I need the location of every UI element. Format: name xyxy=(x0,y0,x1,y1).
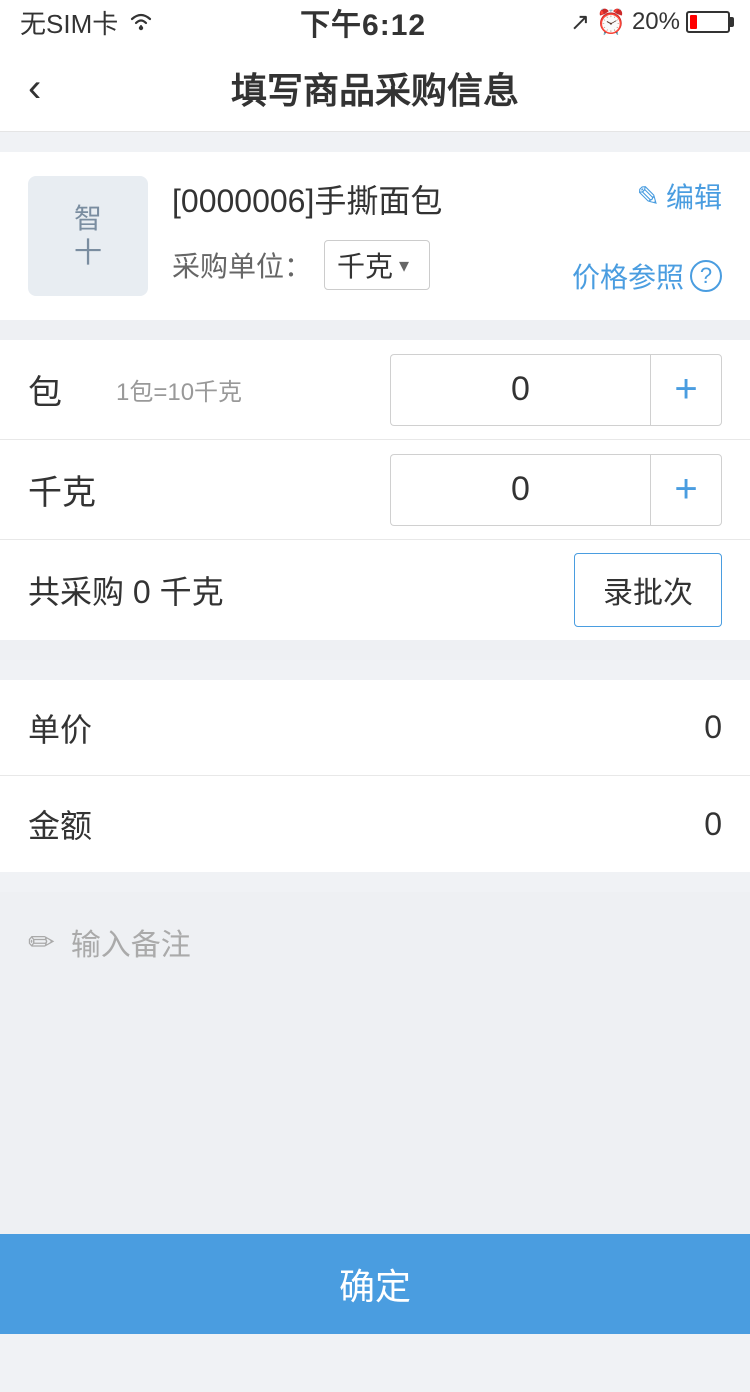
unit-price-label: 单价 xyxy=(28,705,92,751)
price-ref-button[interactable]: 价格参照 ? xyxy=(572,256,722,296)
back-button[interactable]: ‹ xyxy=(28,68,41,108)
price-section: 单价 0 金额 0 xyxy=(0,680,750,872)
product-image: 智 十 xyxy=(28,176,148,296)
status-left: 无SIM卡 xyxy=(20,4,156,41)
kg-input-row: 千克 0 + xyxy=(0,440,750,540)
summary-row: 共采购 0 千克 录批次 xyxy=(0,540,750,640)
main-content: 智 十 [0000006]手撕面包 采购单位： 千克 ▾ ✎ 编辑 价格参照 ? xyxy=(0,152,750,1392)
kg-controls: 0 + xyxy=(390,454,722,526)
batch-button[interactable]: 录批次 xyxy=(574,553,722,627)
section-divider-1 xyxy=(0,320,750,340)
kg-input[interactable]: 0 xyxy=(390,454,650,526)
status-bar: 无SIM卡 下午6:12 ↗ ⏰ 20% xyxy=(0,0,750,44)
amount-row: 金额 0 xyxy=(0,776,750,872)
unit-value: 千克 xyxy=(337,245,393,285)
status-right: ↗ ⏰ 20% xyxy=(570,8,730,37)
nav-bar: ‹ 填写商品采购信息 xyxy=(0,44,750,132)
unit-price-value: 0 xyxy=(704,709,722,746)
help-icon: ? xyxy=(690,260,722,292)
battery-icon xyxy=(686,11,730,33)
unit-price-row: 单价 0 xyxy=(0,680,750,776)
confirm-button[interactable]: 确定 xyxy=(0,1234,750,1334)
page-title: 填写商品采购信息 xyxy=(231,62,519,114)
bag-controls: 0 + xyxy=(390,354,722,426)
battery-percent: 20% xyxy=(632,8,680,36)
summary-text: 共采购 0 千克 xyxy=(28,567,224,613)
status-time: 下午6:12 xyxy=(300,0,426,44)
alarm-icon: ⏰ xyxy=(596,8,626,37)
bag-input[interactable]: 0 xyxy=(390,354,650,426)
edit-icon: ✎ xyxy=(637,180,660,213)
location-icon: ↗ xyxy=(570,8,590,37)
section-divider-2 xyxy=(0,640,750,660)
amount-label: 金额 xyxy=(28,801,92,847)
edit-button[interactable]: ✎ 编辑 xyxy=(637,176,722,216)
kg-label: 千克 xyxy=(28,465,108,514)
carrier-text: 无SIM卡 xyxy=(20,4,118,41)
unit-dropdown[interactable]: 千克 ▾ xyxy=(324,240,430,290)
bag-hint: 1包=10千克 xyxy=(116,372,390,407)
pencil-icon: ✏ xyxy=(28,923,55,961)
price-ref-label: 价格参照 xyxy=(572,256,684,296)
bag-input-row: 包 1包=10千克 0 + xyxy=(0,340,750,440)
dropdown-arrow-icon: ▾ xyxy=(399,253,409,278)
wifi-icon xyxy=(126,7,156,38)
product-card: 智 十 [0000006]手撕面包 采购单位： 千克 ▾ ✎ 编辑 价格参照 ? xyxy=(0,152,750,320)
product-logo: 智 十 xyxy=(74,202,102,269)
edit-label: 编辑 xyxy=(666,176,722,216)
input-section: 包 1包=10千克 0 + 千克 0 + 共采购 0 千克 录批次 xyxy=(0,340,750,640)
amount-value: 0 xyxy=(704,806,722,843)
bag-label: 包 xyxy=(28,365,108,414)
notes-placeholder: 输入备注 xyxy=(71,920,191,964)
unit-label: 采购单位： xyxy=(172,245,312,285)
bag-plus-button[interactable]: + xyxy=(650,354,722,426)
notes-section[interactable]: ✏ 输入备注 xyxy=(0,892,750,992)
kg-plus-button[interactable]: + xyxy=(650,454,722,526)
